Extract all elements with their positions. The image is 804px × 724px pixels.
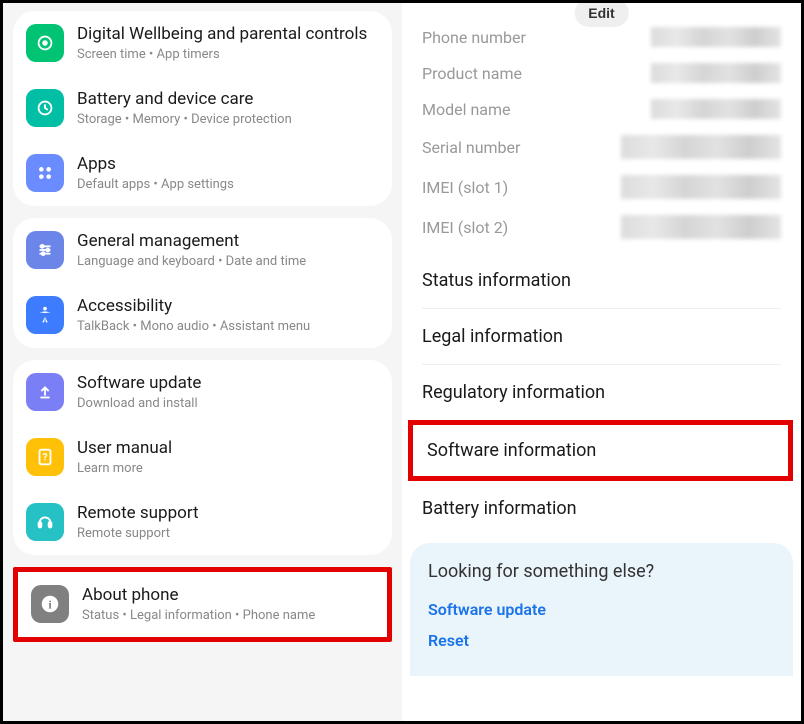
remote-support-icon: [26, 503, 64, 541]
row-title: Digital Wellbeing and parental controls: [77, 24, 379, 44]
row-title: Apps: [77, 154, 379, 174]
apps-icon: [26, 154, 64, 192]
info-imei-1[interactable]: IMEI (slot 1): [422, 167, 781, 207]
software-update-icon: [26, 373, 64, 411]
info-label: IMEI (slot 2): [422, 218, 508, 237]
menu-regulatory-info[interactable]: Regulatory information: [422, 365, 781, 420]
wellbeing-icon: [26, 24, 64, 62]
device-info-section: Phone number Product name Model name Ser…: [402, 3, 801, 253]
row-title: Battery and device care: [77, 89, 379, 109]
settings-user-manual[interactable]: ? User manual Learn more: [13, 425, 392, 490]
info-label: IMEI (slot 1): [422, 178, 508, 197]
settings-list-panel: Digital Wellbeing and parental controls …: [3, 3, 402, 721]
info-model-name[interactable]: Model name: [422, 91, 781, 127]
redacted-value: [651, 63, 781, 83]
settings-group-2: General management Language and keyboard…: [13, 218, 392, 348]
settings-general[interactable]: General management Language and keyboard…: [13, 218, 392, 283]
settings-wellbeing[interactable]: Digital Wellbeing and parental controls …: [13, 11, 392, 76]
info-label: Serial number: [422, 138, 520, 157]
settings-accessibility[interactable]: Accessibility TalkBack • Mono audio • As…: [13, 283, 392, 348]
suggestion-reset[interactable]: Reset: [428, 625, 775, 656]
suggestion-software-update[interactable]: Software update: [428, 594, 775, 625]
redacted-value: [621, 135, 781, 159]
suggestions-card: Looking for something else? Software upd…: [410, 543, 793, 676]
info-imei-2[interactable]: IMEI (slot 2): [422, 207, 781, 247]
settings-group-1: Digital Wellbeing and parental controls …: [13, 11, 392, 206]
about-phone-icon: i: [31, 585, 69, 623]
about-menu-section-2: Battery information: [402, 481, 801, 536]
redacted-value: [621, 175, 781, 199]
menu-status-info[interactable]: Status information: [422, 253, 781, 309]
highlight-about-phone: i About phone Status • Legal information…: [13, 567, 392, 642]
menu-legal-info[interactable]: Legal information: [422, 309, 781, 365]
settings-software-update[interactable]: Software update Download and install: [13, 360, 392, 425]
about-phone-panel: Edit Phone number Product name Model nam…: [402, 3, 801, 721]
user-manual-icon: ?: [26, 438, 64, 476]
settings-remote-support[interactable]: Remote support Remote support: [13, 490, 392, 555]
info-product-name[interactable]: Product name: [422, 55, 781, 91]
row-title: About phone: [82, 585, 374, 605]
redacted-value: [651, 99, 781, 119]
svg-text:?: ?: [42, 453, 47, 464]
row-title: Accessibility: [77, 296, 379, 316]
settings-about-phone[interactable]: i About phone Status • Legal information…: [18, 572, 387, 637]
info-serial-number[interactable]: Serial number: [422, 127, 781, 167]
suggestions-title: Looking for something else?: [428, 561, 775, 582]
settings-battery[interactable]: Battery and device care Storage • Memory…: [13, 76, 392, 141]
info-label: Phone number: [422, 28, 526, 47]
about-menu-section: Status information Legal information Reg…: [402, 253, 801, 420]
settings-apps[interactable]: Apps Default apps • App settings: [13, 141, 392, 206]
accessibility-icon: [26, 296, 64, 334]
info-label: Model name: [422, 100, 511, 119]
row-title: Software update: [77, 373, 379, 393]
redacted-value: [621, 215, 781, 239]
settings-group-3: Software update Download and install ? U…: [13, 360, 392, 555]
row-subtitle: Language and keyboard • Date and time: [77, 254, 379, 270]
row-subtitle: Status • Legal information • Phone name: [82, 608, 374, 624]
row-subtitle: Download and install: [77, 396, 379, 412]
row-subtitle: Default apps • App settings: [77, 177, 379, 193]
row-subtitle: Learn more: [77, 461, 379, 477]
battery-care-icon: [26, 89, 64, 127]
row-subtitle: Storage • Memory • Device protection: [77, 112, 379, 128]
edit-button[interactable]: Edit: [574, 3, 628, 27]
info-label: Product name: [422, 64, 522, 83]
row-subtitle: Remote support: [77, 526, 379, 542]
menu-software-info[interactable]: Software information: [413, 425, 788, 476]
row-title: User manual: [77, 438, 379, 458]
general-icon: [26, 231, 64, 269]
row-title: Remote support: [77, 503, 379, 523]
highlight-software-info: Software information: [408, 420, 793, 481]
menu-battery-info[interactable]: Battery information: [422, 481, 781, 536]
row-title: General management: [77, 231, 379, 251]
redacted-value: [651, 27, 781, 47]
row-subtitle: Screen time • App timers: [77, 47, 379, 63]
row-subtitle: TalkBack • Mono audio • Assistant menu: [77, 319, 379, 335]
